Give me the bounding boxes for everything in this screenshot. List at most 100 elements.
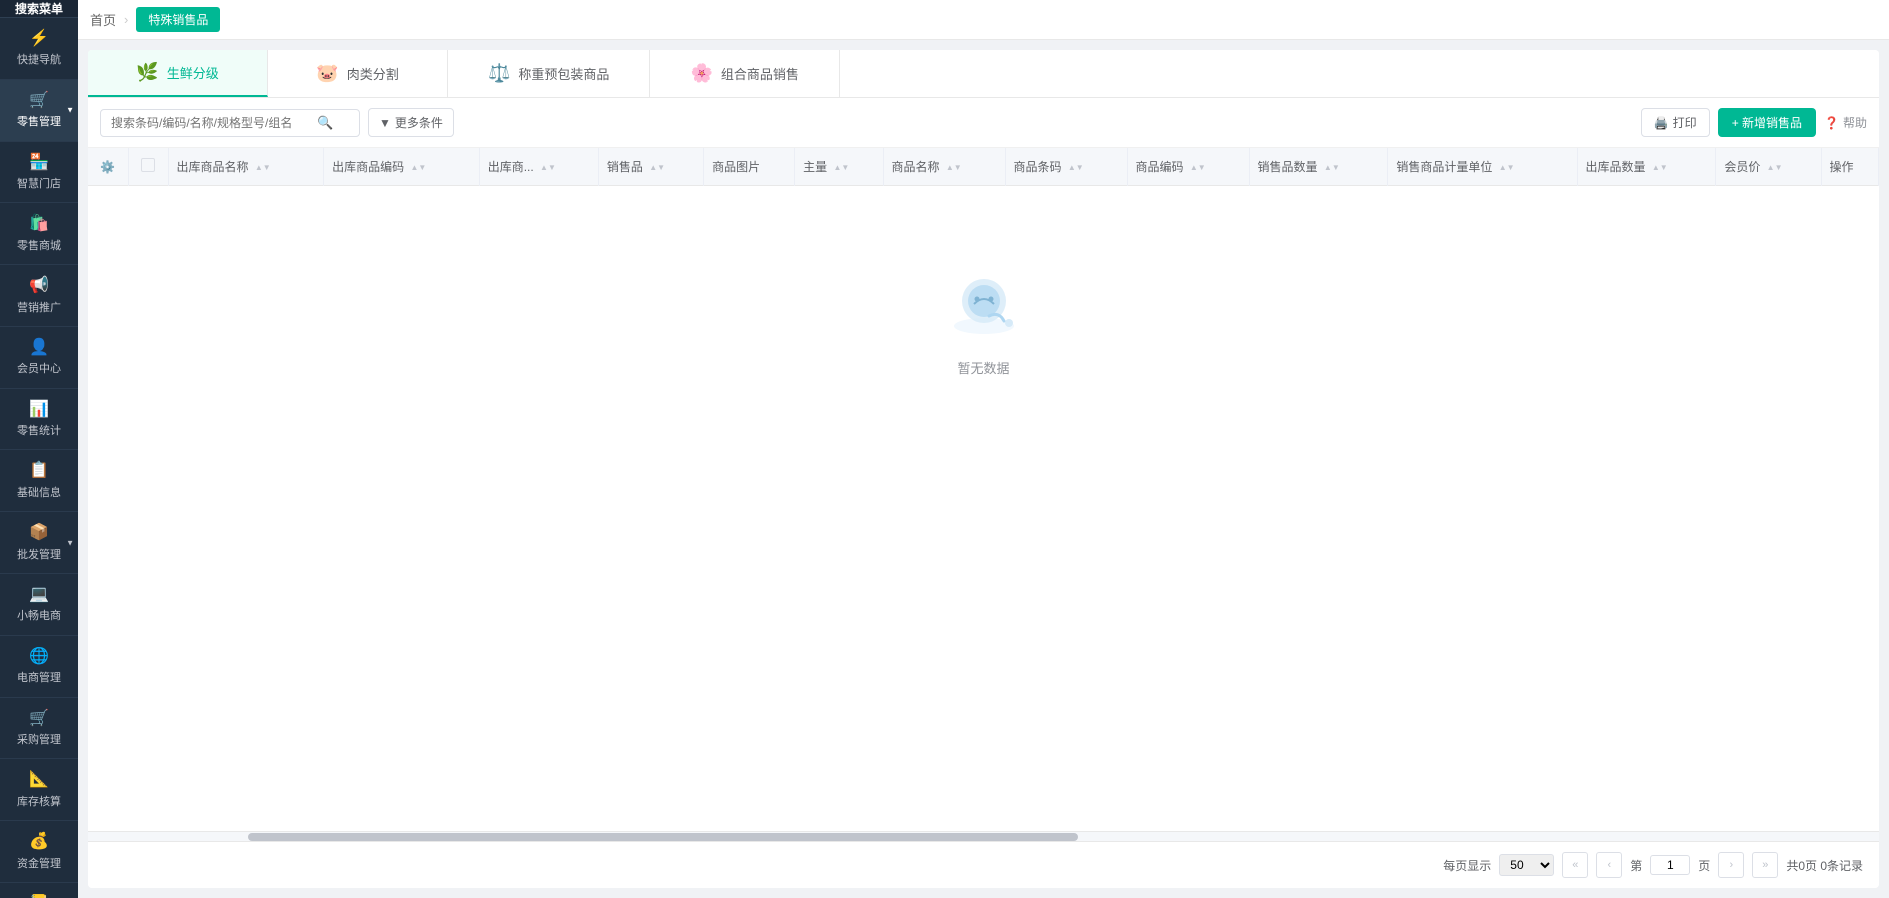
sidebar-item-finance-mgmt[interactable]: 💰 资金管理 xyxy=(0,821,78,883)
retail-mall-icon: 🛍️ xyxy=(29,213,49,235)
inventory-icon: 📐 xyxy=(29,769,49,791)
sidebar-item-label: 智慧门店 xyxy=(17,177,61,192)
page-first-button[interactable]: « xyxy=(1562,852,1588,878)
empty-state: 暂无数据 xyxy=(88,186,1879,457)
page-label: 第 xyxy=(1630,857,1642,874)
retail-stats-icon: 📊 xyxy=(29,399,49,421)
tab-label: 称重预包装商品 xyxy=(518,64,609,83)
select-all-checkbox[interactable] xyxy=(141,158,155,172)
toolbar: 🔍 ▼ 更多条件 🖨️ 打印 + 新增销售品 ❓ 帮助 xyxy=(88,98,1879,148)
sidebar-item-retail-mall[interactable]: 🛍️ 零售商城 xyxy=(0,203,78,265)
th-sales-qty: 销售品数量 ▲▼ xyxy=(1249,148,1388,186)
th-checkbox[interactable] xyxy=(128,148,168,186)
quick-nav-icon: ⚡ xyxy=(29,28,49,50)
scrollbar-thumb[interactable] xyxy=(248,833,1078,841)
sort-arrows: ▲▼ xyxy=(1190,163,1206,172)
combo-sales-icon: 🌸 xyxy=(690,63,712,84)
page-next-button[interactable]: › xyxy=(1718,852,1744,878)
table-container: ⚙️ 出库商品名称 ▲▼ 出库商品编码 ▲▼ xyxy=(88,148,1879,831)
sidebar-item-batch-mgmt[interactable]: 📦 批发管理 ▼ xyxy=(0,512,78,574)
tab-label: 组合商品销售 xyxy=(721,64,799,83)
th-settings[interactable]: ⚙️ xyxy=(88,148,128,186)
add-sales-item-button[interactable]: + 新增销售品 xyxy=(1718,108,1816,137)
sidebar-item-retail-mgmt[interactable]: 🛒 零售管理 ▼ xyxy=(0,80,78,142)
sidebar-item-purchase-mgmt[interactable]: 🛒 采购管理 xyxy=(0,698,78,760)
sidebar-item-label: 零售统计 xyxy=(17,424,61,439)
print-label: 打印 xyxy=(1673,114,1697,131)
meat-cut-icon: 🐷 xyxy=(316,63,338,84)
chevron-down-icon: ▼ xyxy=(66,537,74,548)
sidebar-item-ledger-mgmt[interactable]: 📒 总账管理 xyxy=(0,883,78,898)
sidebar-item-ecom-mgmt[interactable]: 🌐 电商管理 xyxy=(0,636,78,698)
sort-arrows: ▲▼ xyxy=(1324,163,1340,172)
th-out-spec: 出库商... ▲▼ xyxy=(479,148,598,186)
page-prev-button[interactable]: ‹ xyxy=(1596,852,1622,878)
horizontal-scrollbar[interactable] xyxy=(88,831,1879,841)
search-box[interactable]: 🔍 xyxy=(100,109,360,137)
sidebar-item-quick-nav[interactable]: ⚡ 快捷导航 xyxy=(0,18,78,80)
retail-mgmt-icon: 🛒 xyxy=(29,90,49,112)
sort-arrows: ▲▼ xyxy=(540,163,556,172)
toolbar-right: 🖨️ 打印 + 新增销售品 ❓ 帮助 xyxy=(1641,108,1867,137)
sort-arrows: ▲▼ xyxy=(833,163,849,172)
data-table: ⚙️ 出库商品名称 ▲▼ 出库商品编码 ▲▼ xyxy=(88,148,1879,186)
table-header-row: ⚙️ 出库商品名称 ▲▼ 出库商品编码 ▲▼ xyxy=(88,148,1879,186)
th-product-name: 商品名称 ▲▼ xyxy=(883,148,1005,186)
mini-ecom-icon: 💻 xyxy=(29,584,49,606)
tab-fresh-grade[interactable]: 🌿 生鲜分级 xyxy=(88,50,268,97)
sidebar-item-label: 库存核算 xyxy=(17,795,61,810)
sidebar-item-label: 资金管理 xyxy=(17,857,61,872)
chevron-down-icon: ▼ xyxy=(66,105,74,116)
smart-store-icon: 🏪 xyxy=(29,152,49,174)
page-input[interactable] xyxy=(1650,855,1690,875)
tab-weight-package[interactable]: ⚖️ 称重预包装商品 xyxy=(448,50,650,97)
sidebar-item-smart-store[interactable]: 🏪 智慧门店 xyxy=(0,142,78,204)
help-label: 帮助 xyxy=(1843,114,1867,131)
page-unit-label: 页 xyxy=(1698,857,1710,874)
tabs-bar: 🌿 生鲜分级 🐷 肉类分割 ⚖️ 称重预包装商品 🌸 组合商品销售 xyxy=(88,50,1879,98)
page-last-button[interactable]: » xyxy=(1752,852,1778,878)
sidebar-item-mini-ecom[interactable]: 💻 小畅电商 xyxy=(0,574,78,636)
th-out-name: 出库商品名称 ▲▼ xyxy=(168,148,324,186)
page-size-label: 每页显示 xyxy=(1443,857,1491,874)
tab-meat-cut[interactable]: 🐷 肉类分割 xyxy=(268,50,448,97)
sidebar-item-retail-stats[interactable]: 📊 零售统计 xyxy=(0,389,78,451)
batch-mgmt-icon: 📦 xyxy=(29,522,49,544)
sidebar-item-member-center[interactable]: 👤 会员中心 xyxy=(0,327,78,389)
empty-text: 暂无数据 xyxy=(957,358,1009,377)
sidebar-item-sales-promo[interactable]: 📢 营销推广 xyxy=(0,265,78,327)
sidebar-item-label: 采购管理 xyxy=(17,733,61,748)
sidebar-item-label: 营销推广 xyxy=(17,301,61,316)
filter-icon: ▼ xyxy=(379,116,391,130)
print-button[interactable]: 🖨️ 打印 xyxy=(1641,108,1710,137)
sidebar-item-inventory[interactable]: 📐 库存核算 xyxy=(0,759,78,821)
search-input[interactable] xyxy=(111,116,311,130)
purchase-mgmt-icon: 🛒 xyxy=(29,708,49,730)
sort-arrows: ▲▼ xyxy=(649,163,665,172)
sidebar-item-basic-info[interactable]: 📋 基础信息 xyxy=(0,450,78,512)
topbar: 首页 › 特殊销售品 xyxy=(78,0,1889,40)
sidebar-item-label: 零售商城 xyxy=(17,239,61,254)
sidebar-item-label: 零售管理 xyxy=(17,115,61,130)
th-product-barcode: 商品条码 ▲▼ xyxy=(1005,148,1127,186)
pagination-bar: 每页显示 10 20 50 100 « ‹ 第 页 › » 共0页 0条记录 xyxy=(88,841,1879,888)
sales-promo-icon: 📢 xyxy=(29,275,49,297)
help-button[interactable]: ❓ 帮助 xyxy=(1824,114,1867,131)
filter-label: 更多条件 xyxy=(395,114,443,131)
sidebar-logo[interactable]: 搜索菜单 xyxy=(0,0,78,18)
sort-arrows: ▲▼ xyxy=(1068,163,1084,172)
th-product-img: 商品图片 xyxy=(704,148,795,186)
breadcrumb-active[interactable]: 特殊销售品 xyxy=(136,7,220,32)
th-action: 操作 xyxy=(1821,148,1878,186)
sort-arrows: ▲▼ xyxy=(946,163,962,172)
filter-button[interactable]: ▼ 更多条件 xyxy=(368,108,454,137)
page-size-select[interactable]: 10 20 50 100 xyxy=(1499,854,1554,876)
search-icon[interactable]: 🔍 xyxy=(317,115,333,131)
print-icon: 🖨️ xyxy=(1654,116,1669,130)
tab-combo-sales[interactable]: 🌸 组合商品销售 xyxy=(650,50,839,97)
breadcrumb-home[interactable]: 首页 xyxy=(90,10,116,29)
th-product-code: 商品编码 ▲▼ xyxy=(1127,148,1249,186)
sidebar-item-label: 小畅电商 xyxy=(17,609,61,624)
main-content: 首页 › 特殊销售品 🌿 生鲜分级 🐷 肉类分割 ⚖️ 称重预包装商品 🌸 组合… xyxy=(78,0,1889,898)
tab-label: 生鲜分级 xyxy=(167,63,219,82)
